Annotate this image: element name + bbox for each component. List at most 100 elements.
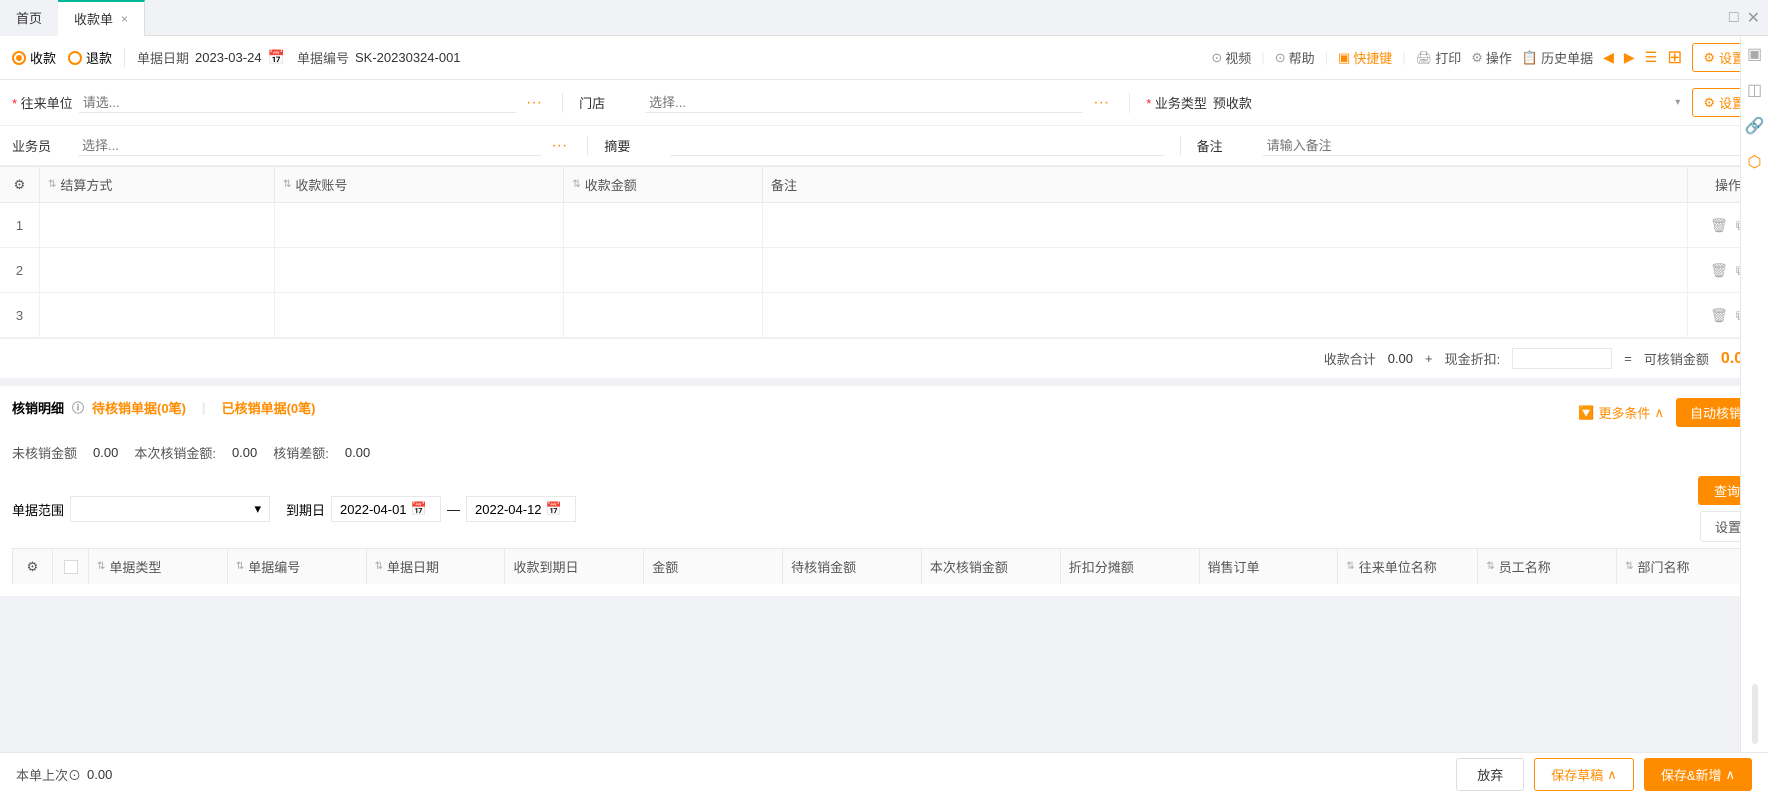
row-1-settlement[interactable]: [40, 203, 275, 247]
grid-icon[interactable]: ⊞: [1667, 47, 1682, 68]
summary-input[interactable]: [670, 136, 1163, 156]
tab-bar-right: □ ✕: [1729, 8, 1768, 28]
help-action[interactable]: ⊙ 帮助: [1275, 48, 1315, 67]
tab-close-icon[interactable]: ×: [121, 12, 128, 26]
row-2-account[interactable]: [275, 248, 564, 292]
th-settlement: ⇅ 结算方式: [40, 167, 275, 202]
window-maximize-icon[interactable]: □: [1729, 9, 1739, 27]
th-remark: 备注: [763, 167, 1688, 202]
sidebar-icon-3[interactable]: 🔗: [1745, 116, 1765, 136]
shop-input[interactable]: [645, 93, 1083, 113]
row-3-remark[interactable]: [763, 293, 1688, 337]
video-action[interactable]: ⊙ 视频: [1211, 48, 1251, 67]
radio-shoukuan-label: 收款: [30, 48, 56, 67]
row-3-settlement[interactable]: [40, 293, 275, 337]
tab-done[interactable]: 已核销单据(0笔): [222, 398, 316, 417]
help-circle-icon: ⊙: [1275, 50, 1286, 66]
bth-dept-name-label: 部门名称: [1638, 557, 1690, 576]
more-conditions[interactable]: 🔽 更多条件 ∧: [1578, 403, 1664, 422]
plus-symbol: +: [1425, 351, 1433, 366]
save-arrow-icon: ∧: [1725, 767, 1735, 783]
radio-shoukuan[interactable]: 收款: [12, 48, 56, 67]
sidebar-icon-4[interactable]: ⬡: [1748, 152, 1762, 172]
nav-left-icon[interactable]: ◀: [1603, 49, 1614, 66]
hexiao-info-icon[interactable]: ⓘ: [72, 399, 84, 416]
biz-select[interactable]: 预收款 ▾: [1213, 93, 1680, 112]
row-1-amount[interactable]: [564, 203, 763, 247]
total-value: 0.00: [1388, 351, 1413, 366]
bth-partner-name-label: 往来单位名称: [1359, 557, 1437, 576]
bth-check[interactable]: [53, 549, 89, 584]
partner-input[interactable]: [79, 93, 516, 113]
tab-home-label: 首页: [16, 8, 42, 27]
due-start-input[interactable]: 2022-04-01 📅: [331, 496, 441, 522]
biz-label: 业务类型: [1146, 93, 1207, 112]
th-amount-label: 收款金额: [585, 175, 637, 194]
scrollbar[interactable]: [1752, 684, 1758, 744]
shortcut-icon: ▣: [1338, 50, 1350, 66]
sort-icon-amount: ⇅: [572, 179, 580, 190]
gear-icon: ⚙: [14, 177, 26, 193]
sidebar-icon-1[interactable]: ▣: [1747, 44, 1762, 64]
hexiao-section: 核销明细 ⓘ 待核销单据(0笔) | 已核销单据(0笔) 🔽 更多条件 ∧ 自动…: [0, 386, 1768, 596]
remark-group: 备注: [1197, 136, 1756, 156]
remark-input[interactable]: [1263, 136, 1756, 156]
partner-more-icon[interactable]: ···: [522, 94, 546, 112]
partner-group: 往来单位 ···: [12, 93, 546, 113]
bth-number-label: 单据编号: [248, 557, 300, 576]
bth-due-date: 收款到期日: [505, 549, 644, 584]
row-2-remark[interactable]: [763, 248, 1688, 292]
row-3-delete-icon[interactable]: 🗑: [1710, 307, 1728, 324]
nav-right-icon[interactable]: ▶: [1624, 49, 1635, 66]
row-1-account[interactable]: [275, 203, 564, 247]
shop-group: 门店 ···: [579, 93, 1113, 113]
staff-group: 业务员 ···: [12, 136, 571, 156]
tab-shoukuan-label: 收款单: [74, 9, 113, 28]
hexiao-title-label: 核销明细: [12, 398, 64, 417]
sidebar-icon-2[interactable]: ◫: [1747, 80, 1762, 100]
unchecked-label: 未核销金额: [12, 443, 77, 462]
staff-input[interactable]: [78, 136, 541, 156]
bth-gear[interactable]: ⚙: [13, 549, 53, 584]
row-3-amount[interactable]: [564, 293, 763, 337]
summary-row: 收款合计 0.00 + 现金折扣: = 可核销金额 0.00: [0, 338, 1768, 378]
row-2-settlement[interactable]: [40, 248, 275, 292]
shortcut-action[interactable]: ▣ 快捷键: [1338, 48, 1392, 67]
discount-input[interactable]: [1512, 348, 1612, 369]
row-1-remark[interactable]: [763, 203, 1688, 247]
operation-action[interactable]: ⚙ 操作: [1471, 48, 1512, 67]
range-group: 单据范围 ▾: [12, 496, 270, 522]
sort-icon-date: ⇅: [375, 561, 383, 572]
receipts-table: ⚙ ⇅ 结算方式 ⇅ 收款账号 ⇅ 收款金额 备注 操作 1: [0, 166, 1768, 338]
menu-icon[interactable]: ☰: [1645, 49, 1658, 66]
staff-more-icon[interactable]: ···: [547, 137, 571, 155]
number-field: 单据编号 SK-20230324-001: [297, 48, 461, 67]
row-2-amount[interactable]: [564, 248, 763, 292]
row-2-delete-icon[interactable]: 🗑: [1710, 262, 1728, 279]
due-end-input[interactable]: 2022-04-12 📅: [466, 496, 576, 522]
window-close-icon[interactable]: ✕: [1747, 8, 1760, 28]
form-row-1: 往来单位 ··· 门店 ··· 业务类型 预收款 ▾ ⚙ 设置: [0, 80, 1768, 126]
save-button[interactable]: 保存&新增 ∧: [1644, 758, 1752, 791]
th-gear[interactable]: ⚙: [0, 167, 40, 202]
bth-discount: 折扣分摊额: [1061, 549, 1200, 584]
draft-label: 保存草稿: [1551, 765, 1603, 784]
bth-discount-label: 折扣分摊额: [1069, 557, 1134, 576]
radio-tuidan[interactable]: 退款: [68, 48, 112, 67]
radio-tuidan-dot: [68, 51, 82, 65]
tab-home[interactable]: 首页: [0, 0, 58, 36]
tab-shoukuan[interactable]: 收款单 ×: [58, 0, 145, 36]
range-select[interactable]: ▾: [70, 496, 270, 522]
row-1-delete-icon[interactable]: 🗑: [1710, 217, 1728, 234]
row-3-account[interactable]: [275, 293, 564, 337]
print-action[interactable]: 🖨 打印: [1416, 48, 1462, 67]
bth-checkbox[interactable]: [64, 560, 78, 574]
tab-pending[interactable]: 待核销单据(0笔): [92, 398, 186, 417]
shop-more-icon[interactable]: ···: [1089, 94, 1113, 112]
diff-value: 0.00: [345, 445, 370, 460]
draft-button[interactable]: 保存草稿 ∧: [1534, 758, 1634, 791]
abandon-button[interactable]: 放弃: [1456, 758, 1524, 791]
calendar-icon[interactable]: 📅: [268, 49, 285, 66]
range-select-chevron: ▾: [254, 501, 261, 517]
history-action[interactable]: 📋 历史单据: [1522, 48, 1593, 67]
